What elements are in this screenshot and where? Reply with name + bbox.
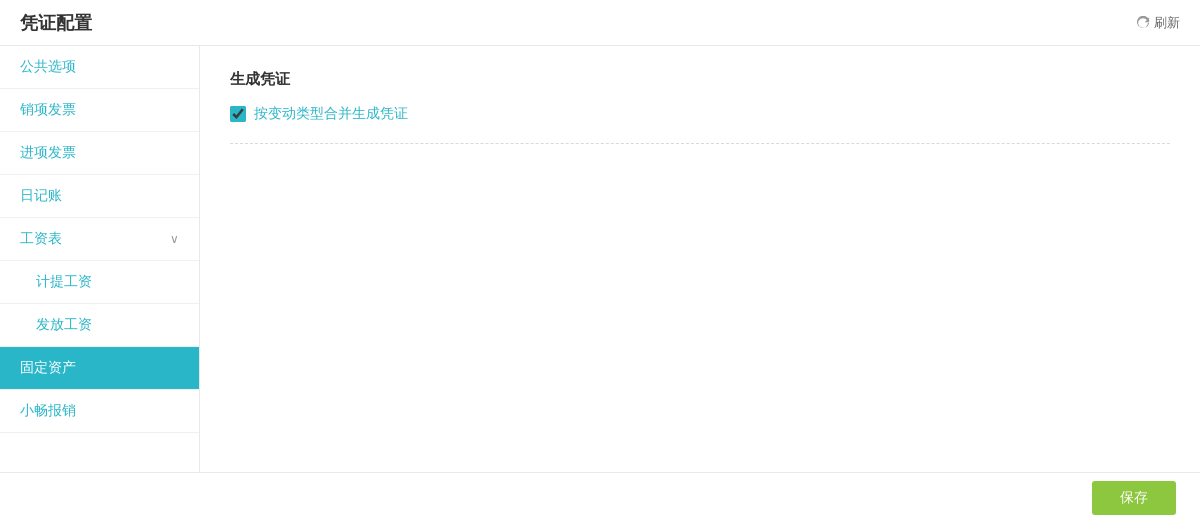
main-content: 生成凭证 按变动类型合并生成凭证	[200, 46, 1200, 472]
sidebar-item-label: 公共选项	[20, 58, 76, 76]
sidebar-item-journal[interactable]: 日记账	[0, 175, 199, 218]
body-wrapper: 公共选项销项发票进项发票日记账工资表 ∨ 计提工资发放工资固定资产小畅报销 生成凭证…	[0, 46, 1200, 472]
sidebar-item-label: 工资表	[20, 230, 62, 248]
refresh-button[interactable]: 刷新	[1136, 14, 1180, 32]
sidebar-item-label: 固定资产	[20, 359, 76, 377]
sidebar: 公共选项销项发票进项发票日记账工资表 ∨ 计提工资发放工资固定资产小畅报销	[0, 46, 200, 472]
sidebar-item-label: 小畅报销	[20, 402, 76, 420]
sidebar-item-petty-cash[interactable]: 小畅报销	[0, 390, 199, 433]
sidebar-item-label: 发放工资	[36, 316, 92, 334]
refresh-label: 刷新	[1154, 14, 1180, 32]
refresh-icon	[1136, 16, 1150, 30]
sidebar-item-payroll-accrual[interactable]: 计提工资	[0, 261, 199, 304]
sidebar-item-payroll-issue[interactable]: 发放工资	[0, 304, 199, 347]
page-title: 凭证配置	[20, 11, 92, 35]
checkbox-row: 按变动类型合并生成凭证	[230, 105, 1170, 123]
divider	[230, 143, 1170, 144]
header: 凭证配置 刷新	[0, 0, 1200, 46]
sidebar-item-label: 进项发票	[20, 144, 76, 162]
sidebar-item-sales-invoice[interactable]: 销项发票	[0, 89, 199, 132]
sidebar-item-label: 计提工资	[36, 273, 92, 291]
sidebar-item-label: 销项发票	[20, 101, 76, 119]
merge-checkbox[interactable]	[230, 106, 246, 122]
sidebar-item-fixed-assets[interactable]: 固定资产	[0, 347, 199, 390]
save-button[interactable]: 保存	[1092, 481, 1176, 515]
sidebar-item-public-options[interactable]: 公共选项	[0, 46, 199, 89]
footer: 保存	[0, 472, 1200, 522]
section-title: 生成凭证	[230, 70, 1170, 89]
checkbox-label: 按变动类型合并生成凭证	[254, 105, 408, 123]
sidebar-item-label: 日记账	[20, 187, 62, 205]
chevron-down-icon: ∨	[170, 232, 179, 246]
sidebar-item-purchase-invoice[interactable]: 进项发票	[0, 132, 199, 175]
sidebar-item-payroll-table[interactable]: 工资表 ∨	[0, 218, 199, 261]
